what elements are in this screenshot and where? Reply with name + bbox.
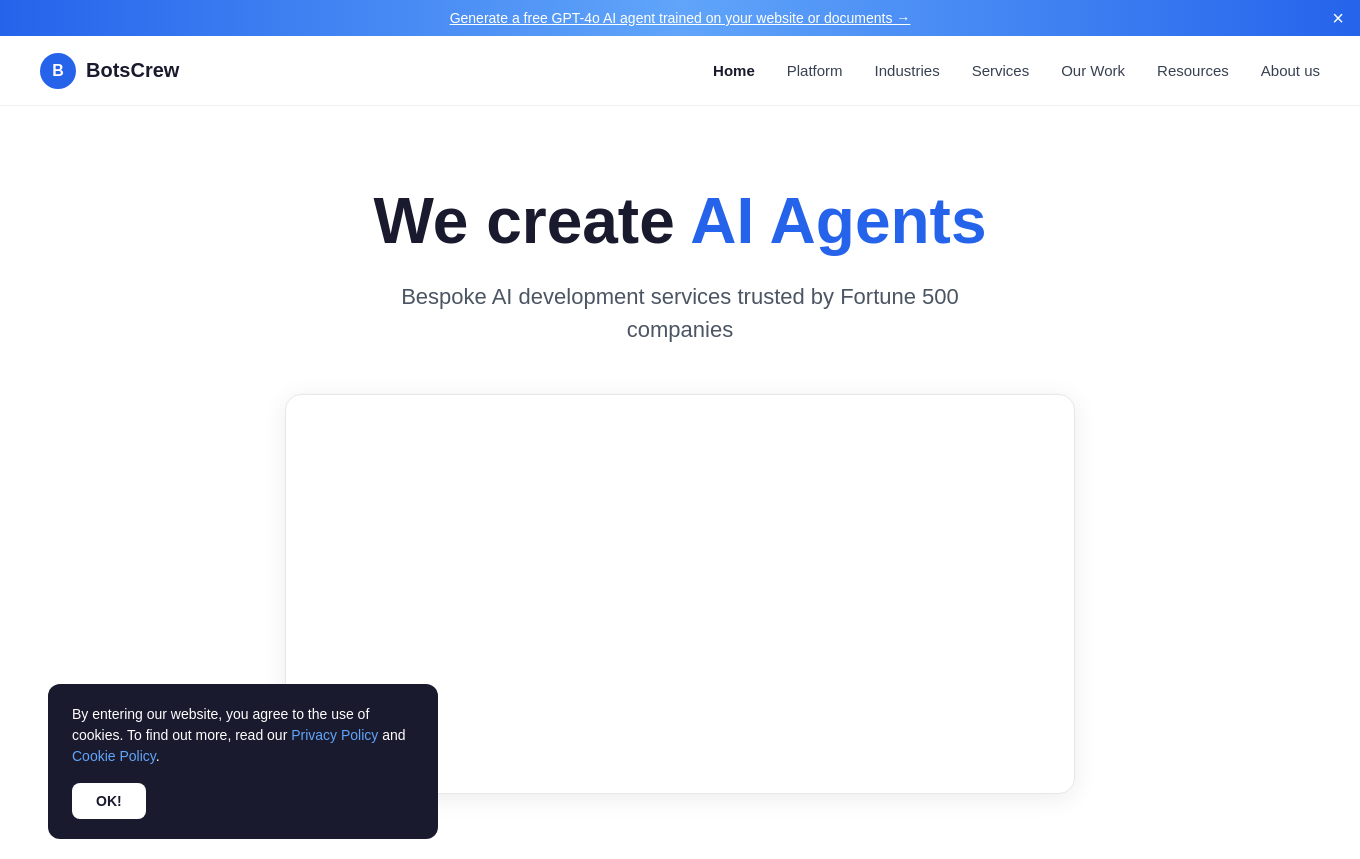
logo-icon: B: [40, 53, 76, 89]
nav-item-services[interactable]: Services: [972, 62, 1030, 79]
nav-item-home[interactable]: Home: [713, 62, 755, 79]
hero-title: We create AI Agents: [40, 186, 1320, 256]
cookie-privacy-link[interactable]: Privacy Policy: [291, 727, 378, 743]
banner-close-button[interactable]: ×: [1332, 8, 1344, 28]
nav-item-our-work[interactable]: Our Work: [1061, 62, 1125, 79]
nav-menu: Home Platform Industries Services Our Wo…: [713, 62, 1320, 80]
cookie-text: By entering our website, you agree to th…: [72, 704, 414, 767]
logo-text: BotsCrew: [86, 59, 179, 82]
cookie-and-text: and: [378, 727, 405, 743]
hero-title-part1: We create: [374, 185, 691, 257]
nav-item-about-us[interactable]: About us: [1261, 62, 1320, 79]
navbar: B BotsCrew Home Platform Industries Serv…: [0, 36, 1360, 106]
nav-item-platform[interactable]: Platform: [787, 62, 843, 79]
cookie-banner: By entering our website, you agree to th…: [48, 684, 438, 834]
top-banner: Generate a free GPT-4o AI agent trained …: [0, 0, 1360, 36]
nav-item-industries[interactable]: Industries: [875, 62, 940, 79]
hero-subtitle: Bespoke AI development services trusted …: [380, 280, 980, 346]
hero-title-highlight: AI Agents: [690, 185, 986, 257]
logo[interactable]: B BotsCrew: [40, 53, 179, 89]
nav-item-resources[interactable]: Resources: [1157, 62, 1229, 79]
cookie-period: .: [156, 748, 160, 764]
banner-link[interactable]: Generate a free GPT-4o AI agent trained …: [450, 10, 911, 26]
cookie-ok-button[interactable]: OK!: [72, 783, 146, 819]
cookie-cookie-link[interactable]: Cookie Policy: [72, 748, 156, 764]
